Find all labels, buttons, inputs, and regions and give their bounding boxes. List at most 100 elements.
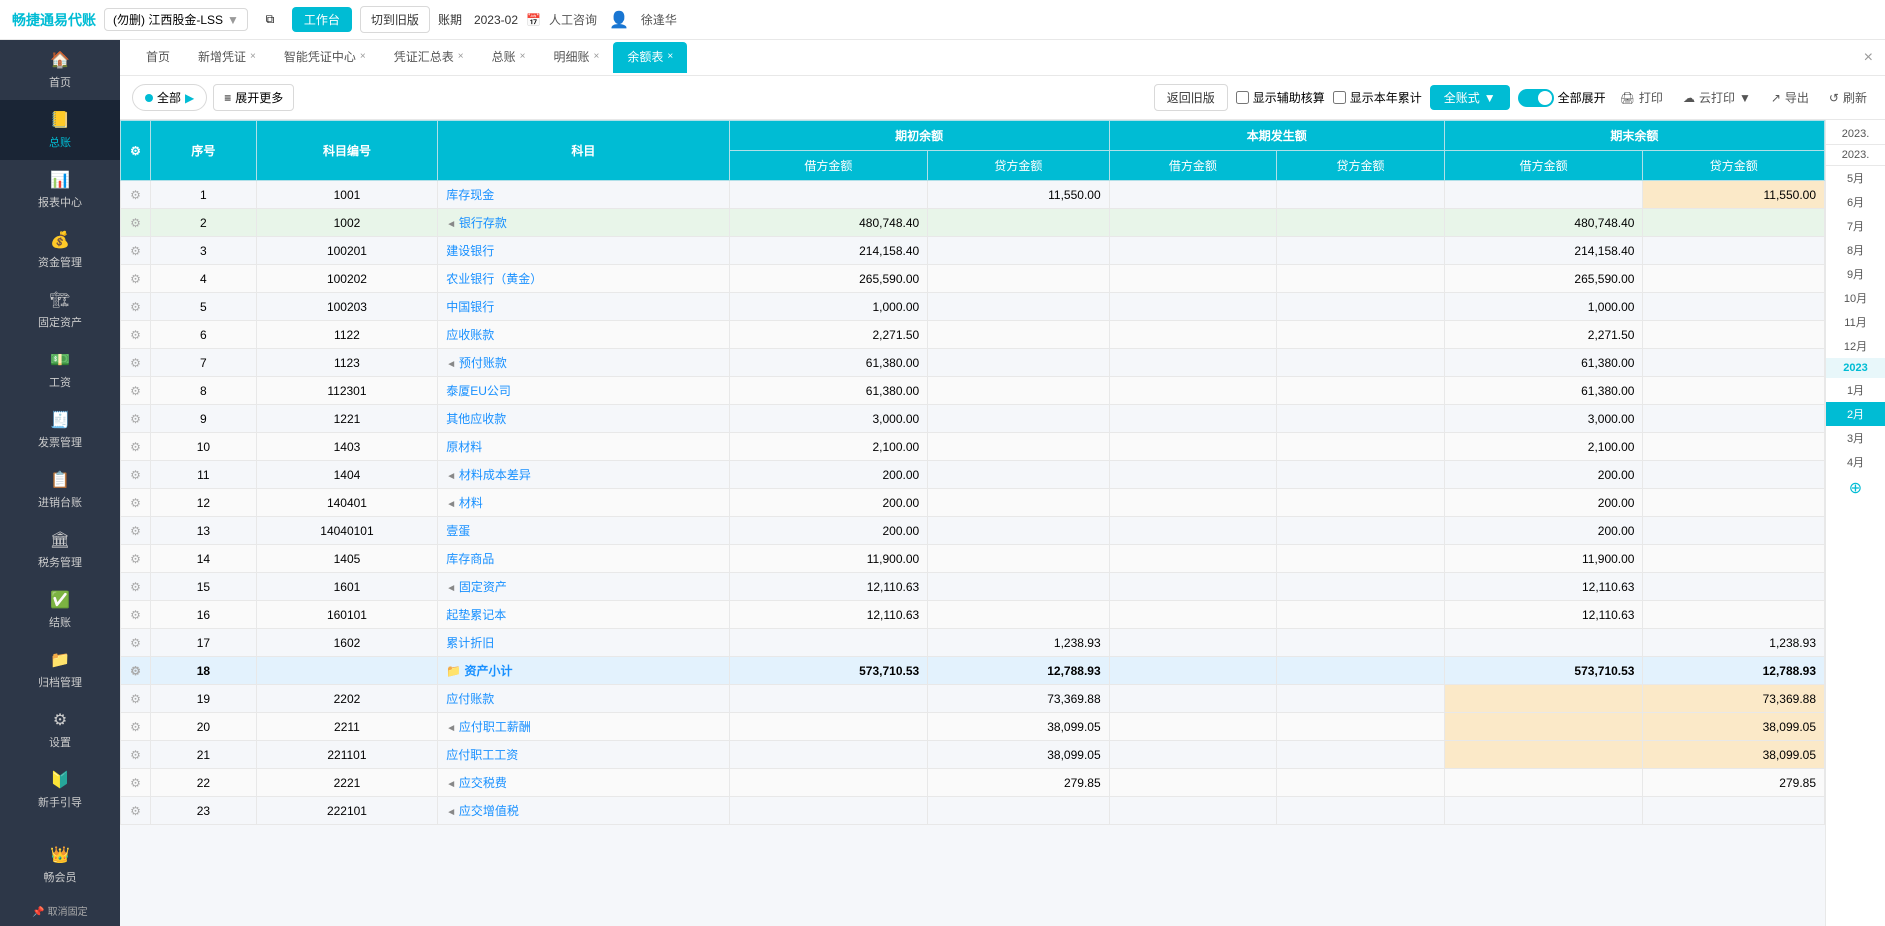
side-month-10[interactable]: 10月 [1826, 286, 1885, 310]
checkbox-aux-accounting[interactable]: 显示辅助核算 [1236, 89, 1325, 106]
sidebar-item-archive[interactable]: 📁 归档管理 [0, 640, 120, 700]
account-name-link[interactable]: 固定资产 [459, 580, 507, 594]
tab-smart-voucher[interactable]: 智能凭证中心 × [270, 42, 380, 73]
aux-accounting-checkbox[interactable] [1236, 91, 1249, 104]
side-month-3[interactable]: 3月 [1826, 426, 1885, 450]
account-name-link[interactable]: 预付账款 [459, 356, 507, 370]
cell-name[interactable]: 农业银行（黄金） [438, 265, 729, 293]
cell-settings[interactable]: ⚙ [121, 517, 151, 545]
cell-settings[interactable]: ⚙ [121, 405, 151, 433]
refresh-button[interactable]: ↺ 刷新 [1823, 85, 1873, 110]
cell-name[interactable]: ◄ 材料成本差异 [438, 461, 729, 489]
switch-old-button[interactable]: 切到旧版 [360, 6, 430, 33]
sidebar-item-invoice[interactable]: 🧾 发票管理 [0, 400, 120, 460]
sidebar-item-tax[interactable]: 🏛 税务管理 [0, 520, 120, 580]
cell-name[interactable]: 中国银行 [438, 293, 729, 321]
tab-general-ledger-close[interactable]: × [520, 51, 526, 62]
account-name-link[interactable]: 农业银行（黄金） [446, 272, 542, 286]
cell-settings[interactable]: ⚙ [121, 237, 151, 265]
cell-settings[interactable]: ⚙ [121, 377, 151, 405]
cell-settings[interactable]: ⚙ [121, 713, 151, 741]
sidebar-item-guide[interactable]: 🔰 新手引导 [0, 760, 120, 820]
tab-balance-sheet-close[interactable]: × [667, 51, 673, 62]
account-name-link[interactable]: 泰厦EU公司 [446, 384, 511, 398]
cell-settings[interactable]: ⚙ [121, 685, 151, 713]
account-name-link[interactable]: 原材料 [446, 440, 482, 454]
account-name-link[interactable]: 应交增值税 [459, 804, 519, 818]
tab-general-ledger[interactable]: 总账 × [478, 42, 540, 73]
copy-icon[interactable]: ⧉ [256, 6, 284, 34]
cell-name[interactable]: 其他应收款 [438, 405, 729, 433]
sidebar-item-salary[interactable]: 💵 工资 [0, 340, 120, 400]
cell-name[interactable]: ◄ 银行存款 [438, 209, 729, 237]
cell-settings[interactable]: ⚙ [121, 657, 151, 685]
tab-new-voucher-close[interactable]: × [250, 51, 256, 62]
sidebar-item-ledger[interactable]: 📒 总账 [0, 100, 120, 160]
format-button[interactable]: 全账式 ▼ [1430, 85, 1510, 110]
pin-button[interactable]: 📌 取消固定 [0, 895, 120, 926]
account-name-link[interactable]: 资产小计 [464, 664, 512, 678]
cell-settings[interactable]: ⚙ [121, 601, 151, 629]
cell-settings[interactable]: ⚙ [121, 349, 151, 377]
account-name-link[interactable]: 中国银行 [446, 300, 494, 314]
return-old-button[interactable]: 返回旧版 [1154, 84, 1228, 111]
tab-detail-ledger-close[interactable]: × [593, 51, 599, 62]
sidebar-item-reports[interactable]: 📊 报表中心 [0, 160, 120, 220]
account-name-link[interactable]: 累计折旧 [446, 636, 494, 650]
cell-settings[interactable]: ⚙ [121, 265, 151, 293]
cell-name[interactable]: ◄ 预付账款 [438, 349, 729, 377]
cell-settings[interactable]: ⚙ [121, 629, 151, 657]
cell-settings[interactable]: ⚙ [121, 209, 151, 237]
calendar-icon[interactable]: 📅 [526, 13, 541, 27]
side-month-4[interactable]: 4月 [1826, 450, 1885, 474]
all-filter-button[interactable]: 全部 ▶ [132, 84, 207, 111]
cell-name[interactable]: 库存商品 [438, 545, 729, 573]
cell-settings[interactable]: ⚙ [121, 181, 151, 209]
account-name-link[interactable]: 库存现金 [446, 188, 494, 202]
account-name-link[interactable]: 建设银行 [446, 244, 494, 258]
account-name-link[interactable]: 应付职工薪酬 [459, 720, 531, 734]
cell-name[interactable]: ◄ 材料 [438, 489, 729, 517]
sidebar-item-member[interactable]: 👑 畅会员 [0, 835, 120, 895]
cell-settings[interactable]: ⚙ [121, 321, 151, 349]
workbench-button[interactable]: 工作台 [292, 7, 352, 32]
checkbox-ytd[interactable]: 显示本年累计 [1333, 89, 1422, 106]
cell-name[interactable]: ◄ 应交税费 [438, 769, 729, 797]
cloud-print-button[interactable]: ☁ 云打印 ▼ [1677, 85, 1757, 110]
account-name-link[interactable]: 材料 [459, 496, 483, 510]
side-month-12[interactable]: 12月 [1826, 334, 1885, 358]
side-expand-icon[interactable]: ⊕ [1826, 474, 1885, 502]
cell-name[interactable]: ◄ 应交增值税 [438, 797, 729, 825]
cell-settings[interactable]: ⚙ [121, 741, 151, 769]
export-button[interactable]: ↗ 导出 [1765, 85, 1815, 110]
cell-settings[interactable]: ⚙ [121, 769, 151, 797]
account-name-link[interactable]: 应交税费 [459, 776, 507, 790]
cell-name[interactable]: 原材料 [438, 433, 729, 461]
tab-detail-ledger[interactable]: 明细账 × [539, 42, 613, 73]
cell-name[interactable]: 壹蛋 [438, 517, 729, 545]
cell-name[interactable]: 泰厦EU公司 [438, 377, 729, 405]
expand-all-toggle[interactable]: 全部展开 [1518, 89, 1606, 107]
cell-name[interactable]: 应收账款 [438, 321, 729, 349]
sidebar-item-settings[interactable]: ⚙ 设置 [0, 700, 120, 760]
cell-name[interactable]: ◄ 应付职工薪酬 [438, 713, 729, 741]
tab-new-voucher[interactable]: 新增凭证 × [184, 42, 270, 73]
account-name-link[interactable]: 其他应收款 [446, 412, 506, 426]
expand-button[interactable]: ≡ 展开更多 [213, 84, 294, 111]
side-month-7[interactable]: 7月 [1826, 214, 1885, 238]
side-month-2[interactable]: 2月 [1826, 402, 1885, 426]
print-button[interactable]: 🖨 打印 [1614, 85, 1669, 110]
sidebar-item-home[interactable]: 🏠 首页 [0, 40, 120, 100]
account-name-link[interactable]: 应付职工工资 [446, 748, 518, 762]
sidebar-item-stock[interactable]: 📋 进销台账 [0, 460, 120, 520]
side-month-8[interactable]: 8月 [1826, 238, 1885, 262]
cell-settings[interactable]: ⚙ [121, 573, 151, 601]
cell-settings[interactable]: ⚙ [121, 545, 151, 573]
cell-name[interactable]: 累计折旧 [438, 629, 729, 657]
sidebar-item-assets[interactable]: 🏗 固定资产 [0, 280, 120, 340]
tab-balance-sheet[interactable]: 余额表 × [613, 42, 687, 73]
tab-smart-voucher-close[interactable]: × [360, 51, 366, 62]
account-name-link[interactable]: 壹蛋 [446, 524, 470, 538]
cell-settings[interactable]: ⚙ [121, 293, 151, 321]
cell-name[interactable]: 应付账款 [438, 685, 729, 713]
